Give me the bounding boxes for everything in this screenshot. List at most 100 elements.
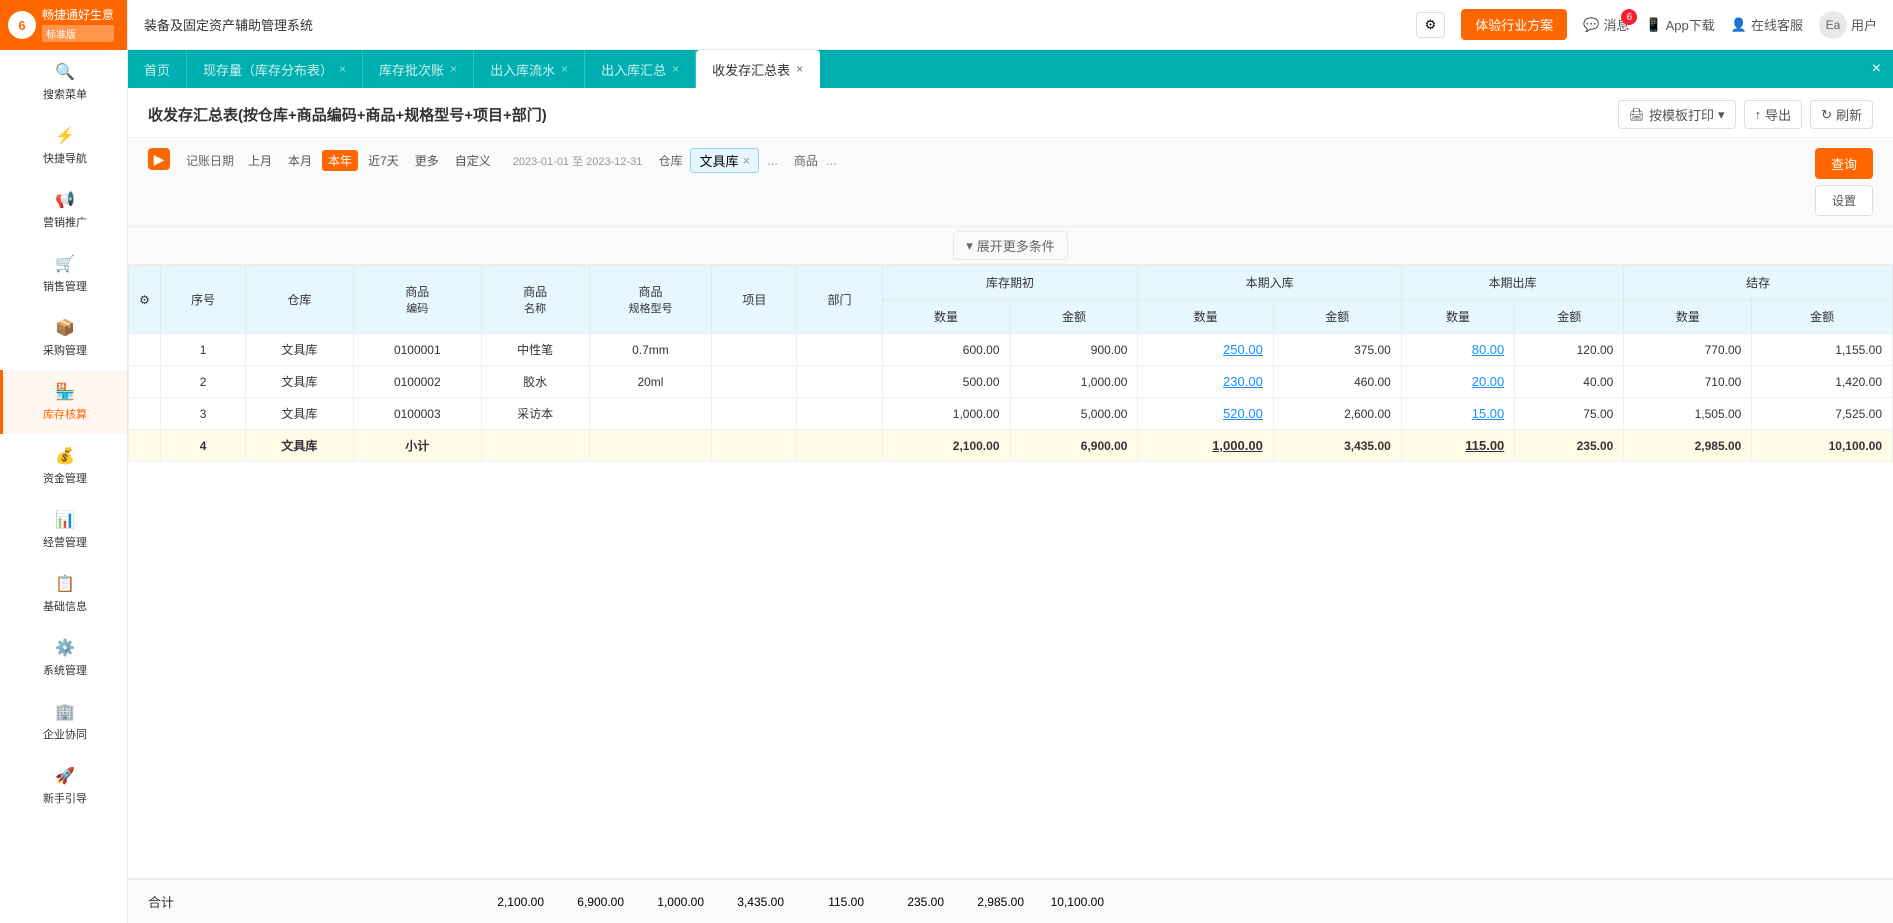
expand-more-btn[interactable]: ▾ 展开更多条件 <box>953 231 1068 260</box>
total-in-amt: 3,435.00 <box>714 889 794 915</box>
sidebar-item-guide[interactable]: 🚀 新手引导 <box>0 754 127 818</box>
row3-product-spec <box>589 398 712 430</box>
sidebar-item-sales[interactable]: 🛒 销售管理 <box>0 242 127 306</box>
tab-receive-summary[interactable]: 收发存汇总表 × <box>696 50 820 88</box>
date-opt-this-month[interactable]: 本月 <box>282 150 318 171</box>
setting-btn[interactable]: 设置 <box>1815 185 1873 216</box>
row3-product-code: 0100003 <box>353 398 481 430</box>
tab-inout-summary-close[interactable]: × <box>672 62 679 76</box>
warehouse-tag-close[interactable]: × <box>742 153 750 168</box>
tab-batch-account[interactable]: 库存批次账 × <box>363 50 474 88</box>
tab-inout-flow-close[interactable]: × <box>561 62 568 76</box>
sidebar-item-operation[interactable]: 📊 经营管理 <box>0 498 127 562</box>
query-btn[interactable]: 查询 <box>1815 148 1873 179</box>
row3-out-qty[interactable]: 15.00 <box>1401 398 1514 430</box>
experience-btn[interactable]: 体验行业方案 <box>1461 9 1567 40</box>
tab-inout-flow[interactable]: 出入库流水 × <box>474 50 585 88</box>
subtotal-closing-qty: 2,985.00 <box>1624 430 1752 462</box>
sidebar-item-system[interactable]: ⚙️ 系统管理 <box>0 626 127 690</box>
tabbar-close-btn[interactable]: × <box>1860 60 1893 78</box>
table-header-group: ⚙ 序号 仓库 商品编码 商品名称 商品规格型号 项目 部门 库存期初 本期入库… <box>129 266 1893 300</box>
guide-icon: 🚀 <box>55 766 75 786</box>
date-opt-7days[interactable]: 近7天 <box>362 150 405 171</box>
row3-product-name: 采访本 <box>481 398 589 430</box>
row1-product-spec: 0.7mm <box>589 334 712 366</box>
basic-icon: 📋 <box>55 574 75 594</box>
logo-badge: 标准版 <box>42 25 114 42</box>
tab-inventory-dist[interactable]: 现存量（库存分布表） × <box>187 50 363 88</box>
sidebar-item-label: 新手引导 <box>43 790 87 806</box>
row3-project <box>712 398 797 430</box>
sidebar-item-search[interactable]: 🔍 搜索菜单 <box>0 50 127 114</box>
th-settings[interactable]: ⚙ <box>129 266 161 334</box>
tab-inventory-dist-close[interactable]: × <box>339 62 346 76</box>
subtotal-label: 小计 <box>353 430 481 462</box>
tab-home[interactable]: 首页 <box>128 50 187 88</box>
print-btn[interactable]: 🖨 按模板打印 ▾ <box>1618 100 1736 129</box>
sidebar-item-marketing[interactable]: 📢 营销推广 <box>0 178 127 242</box>
warehouse-more-dots[interactable]: ... <box>767 153 778 168</box>
row1-out-qty[interactable]: 80.00 <box>1401 334 1514 366</box>
row3-in-qty[interactable]: 520.00 <box>1138 398 1273 430</box>
page-header: 收发存汇总表(按仓库+商品编码+商品+规格型号+项目+部门) 🖨 按模板打印 ▾… <box>128 88 1893 138</box>
table-row: 1 文具库 0100001 中性笔 0.7mm 600.00 900.00 25… <box>129 334 1893 366</box>
subtotal-in-qty[interactable]: 1,000.00 <box>1138 430 1273 462</box>
row1-settings <box>129 334 161 366</box>
topbar: 装备及固定资产辅助管理系统 ⚙ 体验行业方案 💬 消息 6 📱 App下载 👤 … <box>128 0 1893 50</box>
subtotal-out-qty[interactable]: 115.00 <box>1401 430 1514 462</box>
row2-settings <box>129 366 161 398</box>
sidebar-item-enterprise[interactable]: 🏢 企业协同 <box>0 690 127 754</box>
total-label: 合计 <box>128 886 194 917</box>
date-opt-this-year[interactable]: 本年 <box>322 150 358 171</box>
user-action[interactable]: Ea 用户 <box>1819 11 1877 39</box>
search-icon: 🔍 <box>55 62 75 82</box>
system-select-label: ⚙ <box>1425 17 1437 33</box>
online-service-action[interactable]: 👤 在线客服 <box>1731 15 1803 34</box>
sidebar-item-label: 营销推广 <box>43 214 87 230</box>
total-in-qty: 1,000.00 <box>634 889 714 915</box>
app-download-action[interactable]: 📱 App下载 <box>1645 15 1714 34</box>
system-select[interactable]: ⚙ <box>1416 12 1446 38</box>
refresh-icon: ↻ <box>1821 107 1832 123</box>
row3-department <box>797 398 882 430</box>
export-btn[interactable]: ↑ 导出 <box>1744 100 1803 129</box>
product-more-dots[interactable]: ... <box>826 153 837 168</box>
row2-product-spec: 20ml <box>589 366 712 398</box>
tab-batch-account-close[interactable]: × <box>450 62 457 76</box>
sidebar-item-label: 库存核算 <box>43 406 87 422</box>
app-download-icon: 📱 <box>1645 17 1661 33</box>
filter-toggle-btn[interactable]: ▶ <box>148 148 170 170</box>
refresh-btn[interactable]: ↻ 刷新 <box>1810 100 1873 129</box>
row2-out-qty[interactable]: 20.00 <box>1401 366 1514 398</box>
tab-home-label: 首页 <box>144 60 170 79</box>
date-opt-last-month[interactable]: 上月 <box>242 150 278 171</box>
table-row: 2 文具库 0100002 胶水 20ml 500.00 1,000.00 23… <box>129 366 1893 398</box>
sidebar-item-quick-nav[interactable]: ⚡ 快捷导航 <box>0 114 127 178</box>
quick-nav-icon: ⚡ <box>55 126 75 146</box>
message-icon: 💬 <box>1583 17 1599 33</box>
sidebar-item-purchase[interactable]: 📦 采购管理 <box>0 306 127 370</box>
date-range-group: 2023-01-01 至 2023-12-31 <box>513 153 643 169</box>
sidebar-item-label: 采购管理 <box>43 342 87 358</box>
row2-in-qty[interactable]: 230.00 <box>1138 366 1273 398</box>
date-opt-more[interactable]: 更多 <box>409 150 445 171</box>
warehouse-filter-group: 仓库 文具库 × ... <box>658 148 777 173</box>
row2-opening-qty: 500.00 <box>882 366 1010 398</box>
message-badge: 6 <box>1621 9 1637 25</box>
sidebar-item-basic[interactable]: 📋 基础信息 <box>0 562 127 626</box>
user-label: 用户 <box>1851 15 1877 34</box>
sidebar-item-inventory[interactable]: 🏪 库存核算 <box>0 370 127 434</box>
subtotal-out-amt: 235.00 <box>1515 430 1624 462</box>
date-opt-custom[interactable]: 自定义 <box>449 150 497 171</box>
th-product-code: 商品编码 <box>353 266 481 334</box>
table-container: ⚙ 序号 仓库 商品编码 商品名称 商品规格型号 项目 部门 库存期初 本期入库… <box>128 265 1893 878</box>
sidebar-item-finance[interactable]: 💰 资金管理 <box>0 434 127 498</box>
tab-inout-summary[interactable]: 出入库汇总 × <box>585 50 696 88</box>
row1-in-qty[interactable]: 250.00 <box>1138 334 1273 366</box>
message-action[interactable]: 💬 消息 6 <box>1583 15 1629 34</box>
th-in-qty: 数量 <box>1138 300 1273 334</box>
date-range-text: 2023-01-01 至 2023-12-31 <box>513 153 643 169</box>
finance-icon: 💰 <box>55 446 75 466</box>
tab-receive-summary-close[interactable]: × <box>796 62 803 76</box>
product-filter-group: 商品 ... <box>794 152 837 169</box>
